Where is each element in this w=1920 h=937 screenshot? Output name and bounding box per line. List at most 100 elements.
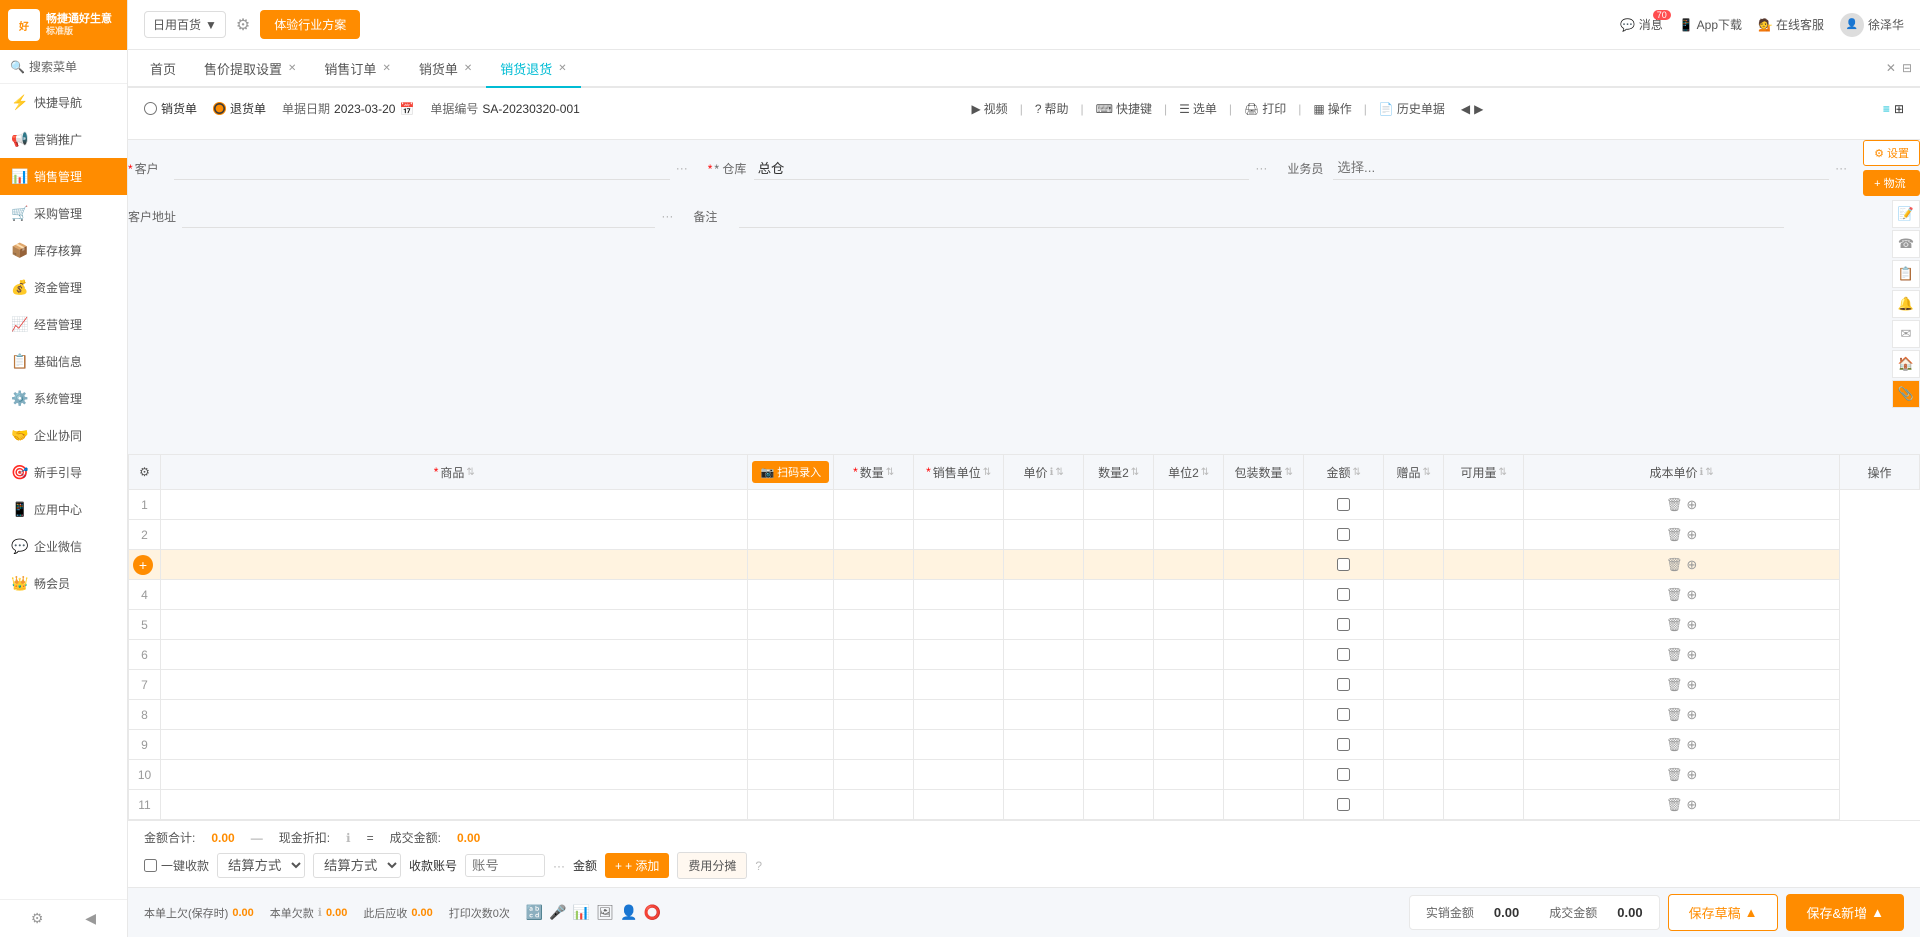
experience-btn[interactable]: 体验行业方案 (260, 10, 360, 39)
warehouse-dots[interactable]: ··· (1255, 161, 1267, 175)
gift-cell-2[interactable] (1304, 520, 1384, 550)
customer-input[interactable] (174, 156, 670, 180)
tab-price-setting[interactable]: 售价提取设置 ✕ (190, 51, 310, 88)
salesperson-dots[interactable]: ··· (1835, 161, 1847, 175)
float-btn-1[interactable]: 📝 (1892, 200, 1920, 228)
delete-row-7-icon[interactable]: 🗑 (1666, 677, 1683, 693)
delete-row-1-icon[interactable]: 🗑 (1666, 497, 1683, 513)
copy-row-3-icon[interactable]: ⊕ (1686, 557, 1697, 573)
pack-qty-cell-1[interactable] (1154, 490, 1224, 520)
gift-checkbox-2[interactable] (1337, 528, 1350, 541)
user-menu[interactable]: 👤 徐泽华 (1840, 13, 1904, 37)
scan-btn[interactable]: 📷 扫码录入 (752, 461, 829, 483)
note-input[interactable] (739, 204, 1784, 228)
sidebar-item-finance[interactable]: 💰 资金管理 (0, 269, 127, 306)
qty2-cell-2[interactable] (1004, 520, 1084, 550)
amount-cell-1[interactable] (1224, 490, 1304, 520)
cost-price-cell-2[interactable] (1444, 520, 1524, 550)
radio-return[interactable]: 退货单 (213, 100, 266, 117)
status-icon-6[interactable]: ⭕ (643, 904, 660, 921)
status-icon-2[interactable]: 🎤 (549, 904, 566, 921)
next-record-icon[interactable]: ▶ (1474, 102, 1483, 116)
radio-delivery-input[interactable] (144, 102, 157, 115)
cost-price-sort-icon[interactable]: ⇅ (1705, 467, 1713, 478)
sidebar-item-guide[interactable]: 🎯 新手引导 (0, 454, 127, 491)
qty2-sort-icon[interactable]: ⇅ (1131, 467, 1139, 478)
copy-row-2-icon[interactable]: ⊕ (1686, 527, 1697, 543)
gift-checkbox-11[interactable] (1337, 798, 1350, 811)
unit-price-cell-1[interactable] (914, 490, 1004, 520)
salesperson-input[interactable] (1333, 156, 1829, 180)
float-btn-5[interactable]: ✉ (1892, 320, 1920, 348)
sidebar-item-wechat[interactable]: 💬 企业微信 (0, 528, 127, 565)
cost-price-cell-3[interactable] (1444, 550, 1524, 580)
gift-sort-icon[interactable]: ⇅ (1422, 467, 1430, 478)
restore-tab-icon[interactable]: ⊟ (1902, 61, 1912, 75)
sidebar-item-purchase[interactable]: 🛒 采购管理 (0, 195, 127, 232)
gift-checkbox-4[interactable] (1337, 588, 1350, 601)
unit-price-cell-3[interactable] (914, 550, 1004, 580)
delete-row-4-icon[interactable]: 🗑 (1666, 587, 1683, 603)
sidebar-item-basic[interactable]: 📋 基础信息 (0, 343, 127, 380)
logistics-btn[interactable]: + 物流 (1863, 170, 1920, 196)
fee-split-btn[interactable]: 费用分摊 (677, 852, 747, 879)
save-new-btn[interactable]: 保存&新增 ▲ (1786, 894, 1904, 931)
product-cell-2[interactable] (161, 520, 748, 550)
gift-checkbox-3[interactable] (1337, 558, 1350, 571)
amount-cell-2[interactable] (1224, 520, 1304, 550)
qty2-cell-3[interactable] (1004, 550, 1084, 580)
float-btn-3[interactable]: 📋 (1892, 260, 1920, 288)
sidebar-item-apps[interactable]: 📱 应用中心 (0, 491, 127, 528)
add-payment-btn[interactable]: + + 添加 (605, 853, 669, 878)
available-cell-1[interactable] (1384, 490, 1444, 520)
product-sort-icon[interactable]: ⇅ (466, 467, 474, 478)
copy-row-1-icon[interactable]: ⊕ (1686, 497, 1697, 513)
select-order-btn[interactable]: ☰ 选单 (1179, 100, 1217, 117)
delete-row-5-icon[interactable]: 🗑 (1666, 617, 1683, 633)
collapse-icon[interactable]: ◀ (85, 910, 96, 927)
unit-price-cell-2[interactable] (914, 520, 1004, 550)
delete-row-11-icon[interactable]: 🗑 (1666, 797, 1683, 813)
history-btn[interactable]: 📄 历史单据 (1379, 100, 1445, 117)
tab-close-sales-return[interactable]: ✕ (558, 63, 566, 74)
unit2-sort-icon[interactable]: ⇅ (1201, 467, 1209, 478)
delete-row-9-icon[interactable]: 🗑 (1666, 737, 1683, 753)
qty-cell-3[interactable] (748, 550, 834, 580)
customer-dots[interactable]: ··· (676, 161, 688, 175)
gift-checkbox-1[interactable] (1337, 498, 1350, 511)
settings-btn[interactable]: ⚙ 设置 (1863, 140, 1920, 166)
copy-row-8-icon[interactable]: ⊕ (1686, 707, 1697, 723)
sidebar-item-member[interactable]: 👑 畅会员 (0, 565, 127, 602)
float-btn-6[interactable]: 🏠 (1892, 350, 1920, 378)
available-sort-icon[interactable]: ⇅ (1498, 467, 1506, 478)
calendar-icon[interactable]: 📅 (399, 102, 414, 116)
settle-method-select[interactable]: 结算方式 (217, 853, 305, 878)
sales-unit-cell-3[interactable] (834, 550, 914, 580)
delete-row-6-icon[interactable]: 🗑 (1666, 647, 1683, 663)
copy-row-10-icon[interactable]: ⊕ (1686, 767, 1697, 783)
shortcut-keys-btn[interactable]: ⌨ 快捷键 (1096, 100, 1152, 117)
video-btn[interactable]: ▶ 视频 (971, 100, 1007, 117)
warehouse-input[interactable] (754, 156, 1250, 180)
sales-unit-cell-1[interactable] (834, 490, 914, 520)
th-gear[interactable]: ⚙ (129, 455, 161, 490)
sidebar-item-corp[interactable]: 🤝 企业协同 (0, 417, 127, 454)
operate-btn[interactable]: ▦ 操作 (1313, 100, 1351, 117)
gift-checkbox-6[interactable] (1337, 648, 1350, 661)
account-dots[interactable]: ··· (553, 859, 565, 873)
copy-row-6-icon[interactable]: ⊕ (1686, 647, 1697, 663)
product-input-3[interactable] (165, 557, 743, 572)
sales-unit-sort-icon[interactable]: ⇅ (983, 467, 991, 478)
unit-price-info-icon[interactable]: ℹ (1050, 467, 1054, 478)
radio-delivery[interactable]: 销货单 (144, 100, 197, 117)
amount-sort-icon[interactable]: ⇅ (1352, 467, 1360, 478)
delete-row-3-icon[interactable]: 🗑 (1666, 557, 1683, 573)
print-btn[interactable]: 🖨 打印 (1244, 100, 1286, 117)
sidebar-item-marketing[interactable]: 📢 营销推广 (0, 121, 127, 158)
unit2-cell-3[interactable] (1084, 550, 1154, 580)
copy-row-11-icon[interactable]: ⊕ (1686, 797, 1697, 813)
gift-checkbox-8[interactable] (1337, 708, 1350, 721)
gift-checkbox-7[interactable] (1337, 678, 1350, 691)
qty-cell-1[interactable] (748, 490, 834, 520)
pack-qty-cell-3[interactable] (1154, 550, 1224, 580)
